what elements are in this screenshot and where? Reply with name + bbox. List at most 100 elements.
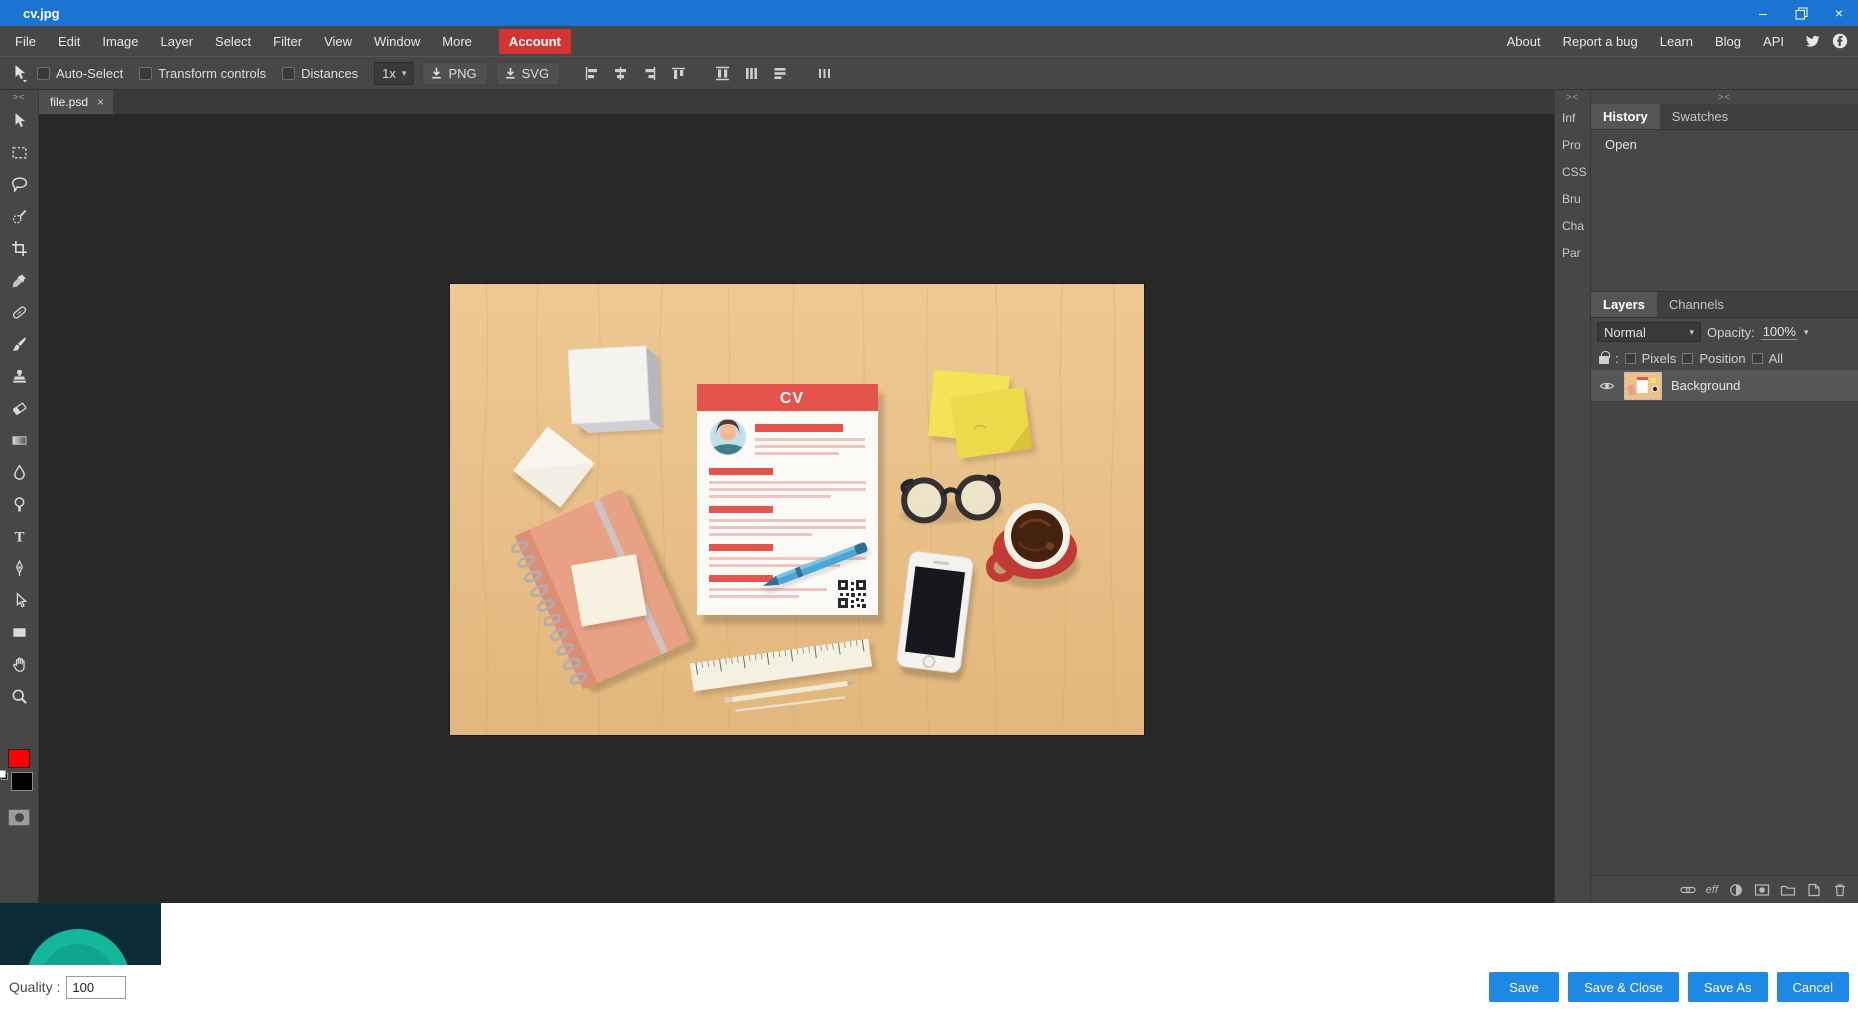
- distances-checkbox[interactable]: Distances: [282, 66, 358, 81]
- lasso-tool[interactable]: [2, 168, 36, 200]
- menu-more[interactable]: More: [431, 29, 483, 54]
- type-tool[interactable]: T: [2, 520, 36, 552]
- background-color-swatch[interactable]: [11, 772, 33, 791]
- opacity-dropdown-icon[interactable]: ▾: [1804, 327, 1809, 338]
- eraser-tool[interactable]: [2, 392, 36, 424]
- panel-css[interactable]: CSS: [1555, 158, 1590, 185]
- save-as-button[interactable]: Save As: [1687, 972, 1768, 1002]
- pen-tool[interactable]: [2, 552, 36, 584]
- new-layer-icon[interactable]: [1806, 883, 1822, 897]
- foreground-color-swatch[interactable]: [8, 749, 30, 768]
- panel-paragraph[interactable]: Par: [1555, 239, 1590, 266]
- tab-history[interactable]: History: [1591, 104, 1660, 129]
- distribute-horizontal-icon[interactable]: [738, 61, 764, 87]
- layer-effects-label[interactable]: eff: [1706, 884, 1718, 896]
- lock-all-checkbox[interactable]: [1751, 352, 1763, 364]
- gradient-tool[interactable]: [2, 424, 36, 456]
- menu-file[interactable]: File: [4, 29, 47, 54]
- menu-edit[interactable]: Edit: [47, 29, 91, 54]
- distribute-stack-icon[interactable]: [767, 61, 793, 87]
- link-learn[interactable]: Learn: [1649, 29, 1704, 54]
- restore-icon[interactable]: [1782, 0, 1820, 26]
- canvas-area[interactable]: CV: [39, 115, 1554, 903]
- layer-visibility-eye-icon[interactable]: [1599, 380, 1615, 392]
- auto-select-checkbox-box[interactable]: [37, 67, 50, 80]
- brush-tool[interactable]: [2, 328, 36, 360]
- transform-controls-checkbox[interactable]: Transform controls: [139, 66, 266, 81]
- menu-view[interactable]: View: [313, 29, 363, 54]
- opacity-value[interactable]: 100%: [1760, 324, 1798, 340]
- path-select-tool[interactable]: [2, 584, 36, 616]
- crop-tool[interactable]: [2, 232, 36, 264]
- transform-controls-checkbox-box[interactable]: [139, 67, 153, 80]
- align-left-icon[interactable]: [578, 61, 604, 87]
- menu-layer[interactable]: Layer: [150, 29, 205, 54]
- left-toolbar-collapse-icon[interactable]: ><: [0, 90, 38, 104]
- hand-tool[interactable]: [2, 648, 36, 680]
- menu-select[interactable]: Select: [204, 29, 262, 54]
- link-about[interactable]: About: [1496, 29, 1552, 54]
- quick-mask-icon[interactable]: [8, 809, 30, 826]
- minimize-icon[interactable]: –: [1744, 0, 1782, 26]
- blend-mode-select[interactable]: Normal ▾: [1597, 322, 1701, 342]
- quick-selection-tool[interactable]: [2, 200, 36, 232]
- align-center-horizontal-icon[interactable]: [607, 61, 633, 87]
- lock-pixels-checkbox[interactable]: [1624, 352, 1636, 364]
- hidden-tool-slot[interactable]: [2, 712, 36, 744]
- panel-info[interactable]: Inf: [1555, 104, 1590, 131]
- menu-image[interactable]: Image: [91, 29, 149, 54]
- zoom-tool[interactable]: [2, 680, 36, 712]
- link-api[interactable]: API: [1752, 29, 1795, 54]
- export-svg-button[interactable]: SVG: [495, 62, 561, 85]
- quality-input[interactable]: [66, 975, 127, 999]
- adjustment-layer-icon[interactable]: [1728, 883, 1744, 897]
- panel-brush[interactable]: Bru: [1555, 185, 1590, 212]
- spot-healing-tool[interactable]: [2, 296, 36, 328]
- link-layers-icon[interactable]: [1680, 883, 1696, 897]
- right-panel-collapse-icon[interactable]: ><: [1591, 90, 1858, 104]
- cancel-button[interactable]: Cancel: [1776, 972, 1849, 1002]
- clone-stamp-tool[interactable]: [2, 360, 36, 392]
- tab-swatches[interactable]: Swatches: [1660, 104, 1740, 129]
- distances-checkbox-box[interactable]: [282, 67, 296, 80]
- auto-select-checkbox[interactable]: Auto-Select: [37, 66, 123, 81]
- zoom-level-select[interactable]: 1x ▾: [374, 62, 415, 85]
- dodge-tool[interactable]: [2, 488, 36, 520]
- default-colors-icon[interactable]: [0, 770, 8, 780]
- account-button[interactable]: Account: [498, 28, 571, 54]
- document-tab[interactable]: file.psd ×: [39, 90, 114, 114]
- save-button[interactable]: Save: [1489, 972, 1560, 1002]
- blur-tool[interactable]: [2, 456, 36, 488]
- export-png-button[interactable]: PNG: [422, 62, 488, 85]
- layer-mask-icon[interactable]: [1754, 883, 1770, 897]
- delete-layer-icon[interactable]: [1832, 883, 1848, 897]
- eyedropper-tool[interactable]: [2, 264, 36, 296]
- tab-channels[interactable]: Channels: [1657, 292, 1736, 317]
- marquee-select-tool[interactable]: [2, 136, 36, 168]
- tab-layers[interactable]: Layers: [1591, 292, 1657, 317]
- link-report-a-bug[interactable]: Report a bug: [1552, 29, 1649, 54]
- close-icon[interactable]: ×: [1820, 0, 1858, 26]
- tab-close-icon[interactable]: ×: [97, 95, 104, 109]
- new-folder-icon[interactable]: [1780, 883, 1796, 897]
- panel-properties[interactable]: Pro: [1555, 131, 1590, 158]
- align-right-icon[interactable]: [636, 61, 662, 87]
- layer-row-background[interactable]: Background: [1591, 370, 1858, 402]
- facebook-icon[interactable]: [1832, 33, 1848, 49]
- panel-character[interactable]: Cha: [1555, 212, 1590, 239]
- canvas-document[interactable]: CV: [449, 283, 1144, 735]
- rectangle-shape-tool[interactable]: [2, 616, 36, 648]
- lock-position-checkbox[interactable]: [1682, 352, 1694, 364]
- save-and-close-button[interactable]: Save & Close: [1568, 972, 1679, 1002]
- history-step-open[interactable]: Open: [1591, 130, 1858, 159]
- align-top-icon[interactable]: [665, 61, 691, 87]
- menu-filter[interactable]: Filter: [262, 29, 313, 54]
- twitter-icon[interactable]: [1803, 34, 1820, 49]
- menu-window[interactable]: Window: [363, 29, 431, 54]
- move-tool[interactable]: [2, 104, 36, 136]
- distribute-vertical-icon[interactable]: [709, 61, 735, 87]
- distribute-spacing-icon[interactable]: [811, 61, 837, 87]
- layer-thumbnail[interactable]: [1624, 371, 1662, 400]
- collapsed-strip-expand-icon[interactable]: ><: [1555, 90, 1590, 104]
- link-blog[interactable]: Blog: [1704, 29, 1752, 54]
